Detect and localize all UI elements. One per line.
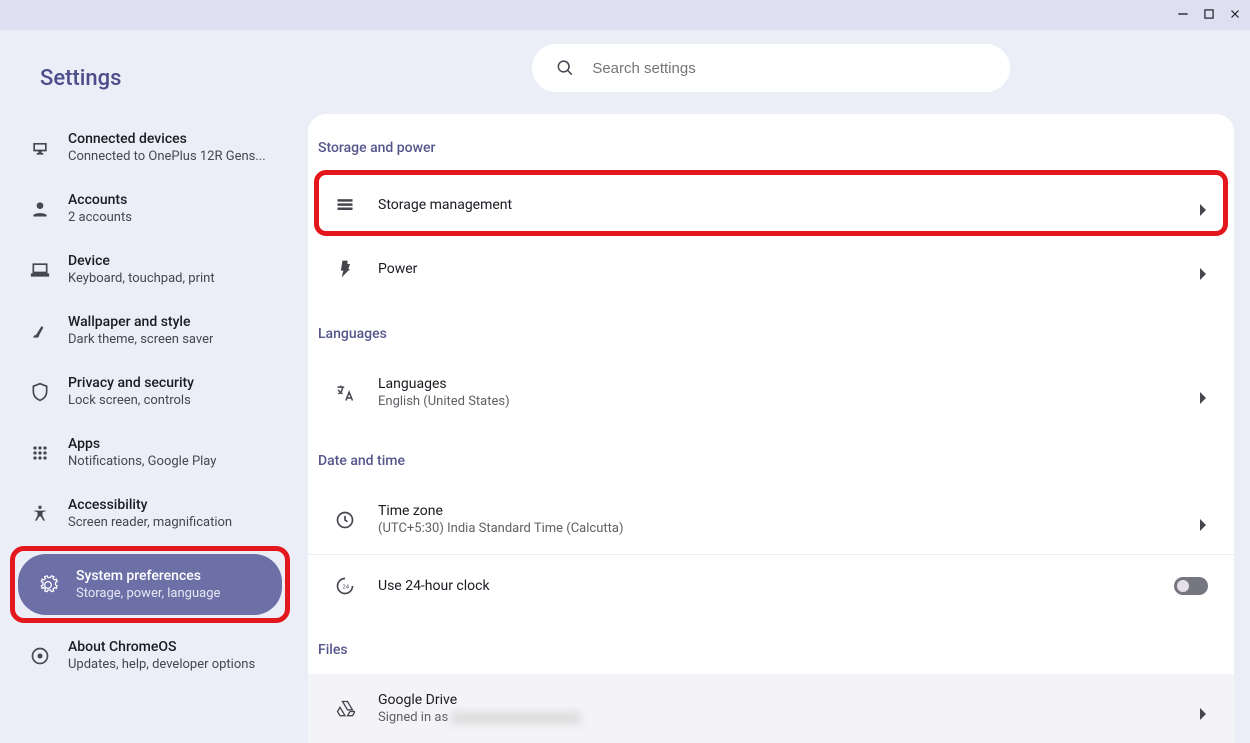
sidebar-item-accessibility[interactable]: Accessibility Screen reader, magnificati… — [10, 483, 290, 544]
nav-title: About ChromeOS — [68, 639, 255, 655]
search-icon — [556, 58, 574, 78]
row-title: Use 24-hour clock — [378, 578, 1152, 594]
nav-sub: Connected to OnePlus 12R Gens... — [68, 149, 266, 164]
nav-title: Device — [68, 253, 215, 269]
clock-icon — [335, 510, 355, 530]
row-timezone[interactable]: Time zone (UTC+5:30) India Standard Time… — [308, 485, 1234, 554]
row-languages[interactable]: Languages English (United States) — [308, 358, 1234, 427]
row-google-drive[interactable]: Google Drive Signed in as — [308, 674, 1234, 743]
highlight-annotation-sidebar: System preferences Storage, power, langu… — [10, 546, 290, 623]
toggle-24hour[interactable] — [1174, 577, 1208, 595]
settings-panel: Storage and power Storage management Pow… — [308, 114, 1234, 743]
nav-title: System preferences — [76, 568, 220, 584]
chevron-right-icon — [1200, 201, 1208, 209]
sidebar-item-wallpaper[interactable]: Wallpaper and style Dark theme, screen s… — [10, 300, 290, 361]
nav-title: Accounts — [68, 192, 132, 208]
laptop-icon — [30, 260, 50, 280]
row-title: Power — [378, 261, 1178, 277]
row-title: Time zone — [378, 503, 1178, 519]
devices-icon — [30, 138, 50, 158]
row-sub: Signed in as — [378, 710, 1178, 725]
power-icon — [335, 259, 355, 279]
chevron-right-icon — [1200, 265, 1208, 273]
nav-sub: Notifications, Google Play — [68, 454, 216, 469]
nav-sub: Updates, help, developer options — [68, 657, 255, 672]
clock24-icon: 24 — [335, 576, 355, 596]
window-titlebar — [0, 0, 1250, 30]
nav-title: Privacy and security — [68, 375, 194, 391]
row-power[interactable]: Power — [308, 238, 1234, 300]
app-title: Settings — [10, 38, 290, 117]
row-title: Google Drive — [378, 692, 1178, 708]
search-box[interactable] — [532, 44, 1010, 92]
chevron-right-icon — [1200, 516, 1208, 524]
nav-sub: 2 accounts — [68, 210, 132, 225]
sidebar-item-system-preferences[interactable]: System preferences Storage, power, langu… — [18, 554, 282, 615]
brush-icon — [30, 321, 50, 341]
nav-title: Apps — [68, 436, 216, 452]
search-input[interactable] — [592, 60, 986, 77]
nav-sub: Screen reader, magnification — [68, 515, 232, 530]
chevron-right-icon — [1200, 705, 1208, 713]
main-content: Storage and power Storage management Pow… — [300, 30, 1250, 743]
shield-icon — [30, 382, 50, 402]
nav-sub: Storage, power, language — [76, 586, 220, 601]
chevron-right-icon — [1200, 389, 1208, 397]
nav-sub: Keyboard, touchpad, print — [68, 271, 215, 286]
nav-sub: Dark theme, screen saver — [68, 332, 213, 347]
sidebar-item-accounts[interactable]: Accounts 2 accounts — [10, 178, 290, 239]
nav-title: Accessibility — [68, 497, 232, 513]
close-icon[interactable] — [1228, 6, 1242, 25]
section-label-files: Files — [308, 616, 1234, 674]
accessibility-icon — [30, 504, 50, 524]
row-24hour-clock[interactable]: 24 Use 24-hour clock — [308, 554, 1234, 616]
section-label-datetime: Date and time — [308, 427, 1234, 485]
sidebar-item-about[interactable]: About ChromeOS Updates, help, developer … — [10, 625, 290, 686]
nav-title: Wallpaper and style — [68, 314, 213, 330]
apps-icon — [30, 443, 50, 463]
account-icon — [30, 199, 50, 219]
sidebar-item-apps[interactable]: Apps Notifications, Google Play — [10, 422, 290, 483]
row-sub: (UTC+5:30) India Standard Time (Calcutta… — [378, 521, 1178, 536]
minimize-icon[interactable] — [1176, 6, 1190, 25]
row-sub: English (United States) — [378, 394, 1178, 409]
section-label-storage: Storage and power — [308, 114, 1234, 172]
chrome-icon — [30, 646, 50, 666]
gear-icon — [38, 575, 58, 595]
sidebar-item-connected-devices[interactable]: Connected devices Connected to OnePlus 1… — [10, 117, 290, 178]
sidebar-item-device[interactable]: Device Keyboard, touchpad, print — [10, 239, 290, 300]
storage-icon — [335, 195, 355, 215]
row-title: Storage management — [378, 197, 1178, 213]
sidebar: Settings Connected devices Connected to … — [0, 30, 300, 743]
nav-list: Connected devices Connected to OnePlus 1… — [10, 117, 290, 686]
nav-sub: Lock screen, controls — [68, 393, 194, 408]
row-storage-management[interactable]: Storage management — [308, 172, 1234, 238]
gdrive-icon — [335, 699, 355, 719]
sidebar-item-privacy[interactable]: Privacy and security Lock screen, contro… — [10, 361, 290, 422]
redacted-email — [451, 712, 581, 724]
svg-text:24: 24 — [343, 584, 350, 590]
maximize-icon[interactable] — [1202, 6, 1216, 25]
row-title: Languages — [378, 376, 1178, 392]
nav-title: Connected devices — [68, 131, 266, 147]
translate-icon — [335, 383, 355, 403]
section-label-languages: Languages — [308, 300, 1234, 358]
